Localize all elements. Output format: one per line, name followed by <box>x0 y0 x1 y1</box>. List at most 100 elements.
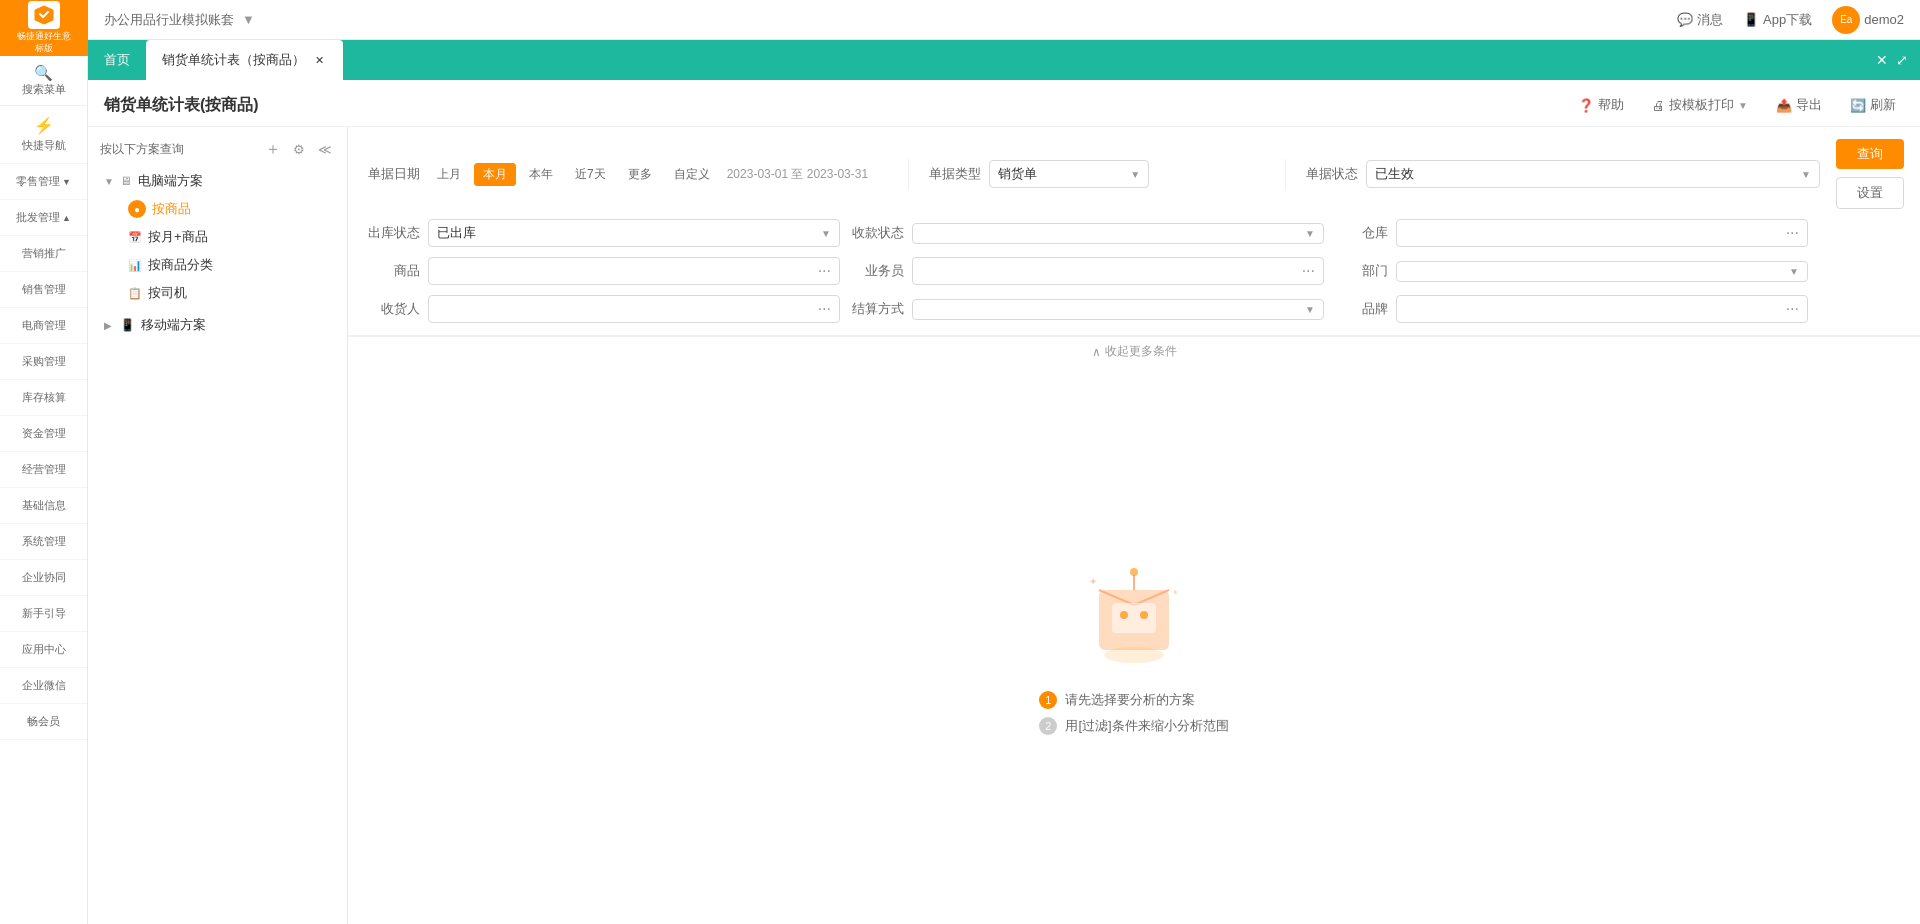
pc-section-label: 电脑端方案 <box>138 172 203 190</box>
sidebar-item-basic[interactable]: 基础信息 <box>0 488 87 524</box>
staff-control[interactable]: ··· <box>912 257 1324 285</box>
svg-text:✦: ✦ <box>1172 588 1179 597</box>
sidebar-item-enterprise[interactable]: 企业协同 <box>0 560 87 596</box>
app-download-button[interactable]: 📱 App下载 <box>1743 11 1812 29</box>
settings-button[interactable]: 设置 <box>1836 177 1904 209</box>
consignee-dots[interactable]: ··· <box>818 300 831 318</box>
goods-control[interactable]: ··· <box>428 257 840 285</box>
tree-item-by-cashier[interactable]: 📋 按司机 <box>88 279 347 307</box>
receipt-status-select[interactable]: ▼ <box>912 223 1324 244</box>
tab-minimize-icon[interactable]: ✕ <box>1876 52 1888 68</box>
warehouse-dots[interactable]: ··· <box>1786 224 1799 242</box>
brand-input[interactable]: ··· <box>1396 295 1808 323</box>
payment-select[interactable]: ▼ <box>912 299 1324 320</box>
filter-item-staff: 业务员 ··· <box>848 257 1324 285</box>
date-btn-more[interactable]: 更多 <box>619 163 661 186</box>
user-profile[interactable]: Ea demo2 <box>1832 6 1904 34</box>
warehouse-input[interactable]: ··· <box>1396 219 1808 247</box>
collapse-panel-button[interactable]: ≪ <box>315 139 335 159</box>
consignee-control[interactable]: ··· <box>428 295 840 323</box>
tree-section-mobile[interactable]: ▶ 📱 移动端方案 <box>88 311 347 339</box>
out-status-control[interactable]: 已出库 ▼ <box>428 219 840 247</box>
goods-input[interactable]: ··· <box>428 257 840 285</box>
logo[interactable]: 畅捷通好生意 标版 <box>0 0 88 56</box>
export-button[interactable]: 📤 导出 <box>1768 92 1830 118</box>
doc-status-control[interactable]: 已生效 ▼ <box>1366 160 1820 188</box>
doc-type-control[interactable]: 销货单 ▼ <box>989 160 1245 188</box>
help-button[interactable]: ❓ 帮助 <box>1570 92 1632 118</box>
sidebar-item-finance[interactable]: 资金管理 <box>0 416 87 452</box>
payment-control[interactable]: ▼ <box>912 299 1324 320</box>
empty-step-1: 1 请先选择要分析的方案 <box>1039 691 1228 709</box>
edit-scheme-button[interactable]: ⚙ <box>289 139 309 159</box>
sidebar-item-inventory[interactable]: 库存核算 <box>0 380 87 416</box>
sidebar-item-wholesale[interactable]: 批发管理 ▲ <box>0 200 87 236</box>
tab-maximize-icon[interactable]: ⤢ <box>1896 52 1908 68</box>
dept-select[interactable]: ▼ <box>1396 261 1808 282</box>
receipt-status-control[interactable]: ▼ <box>912 223 1324 244</box>
sidebar-item-wechat[interactable]: 企业微信 <box>0 668 87 704</box>
date-btn-7days[interactable]: 近7天 <box>566 163 615 186</box>
doc-type-select[interactable]: 销货单 ▼ <box>989 160 1149 188</box>
add-scheme-button[interactable]: ＋ <box>263 139 283 159</box>
tab-home[interactable]: 首页 <box>88 40 146 80</box>
tab-report[interactable]: 销货单统计表（按商品） ✕ <box>146 40 343 80</box>
sidebar-search[interactable]: 🔍 搜索菜单 <box>0 56 87 106</box>
goods-dots[interactable]: ··· <box>818 262 831 280</box>
warehouse-control[interactable]: ··· <box>1396 219 1808 247</box>
collapse-bar[interactable]: ∧ 收起更多条件 <box>348 336 1920 366</box>
left-panel-icons: ＋ ⚙ ≪ <box>263 139 335 159</box>
sidebar-item-retail[interactable]: 零售管理 ▼ <box>0 164 87 200</box>
account-selector-text[interactable]: 办公用品行业模拟账套 <box>104 11 234 29</box>
date-btn-this-year[interactable]: 本年 <box>520 163 562 186</box>
sidebar-item-operations[interactable]: 经营管理 <box>0 452 87 488</box>
logo-subtitle: 标版 <box>35 42 53 55</box>
print-dropdown-arrow[interactable]: ▼ <box>1738 100 1748 111</box>
sidebar-item-newbie[interactable]: 新手引导 <box>0 596 87 632</box>
sidebar-item-marketing[interactable]: 营销推广 <box>0 236 87 272</box>
sidebar-item-member[interactable]: 畅会员 <box>0 704 87 740</box>
doc-status-select[interactable]: 已生效 ▼ <box>1366 160 1820 188</box>
logo-icon <box>28 1 60 29</box>
filter-area: 单据日期 上月 本月 本年 近7天 更多 自定义 2023-03-01 至 20… <box>348 127 1920 336</box>
date-btn-last-month[interactable]: 上月 <box>428 163 470 186</box>
shortcuts-icon: ⚡ <box>34 116 54 135</box>
refresh-button[interactable]: 🔄 刷新 <box>1842 92 1904 118</box>
brand-dots[interactable]: ··· <box>1786 300 1799 318</box>
page-title: 销货单统计表(按商品) <box>104 95 259 116</box>
action-buttons: 查询 设置 <box>1836 139 1904 209</box>
consignee-input[interactable]: ··· <box>428 295 840 323</box>
sidebar-item-purchase[interactable]: 采购管理 <box>0 344 87 380</box>
tree-item-by-month-goods[interactable]: 📅 按月+商品 <box>88 223 347 251</box>
topbar-right: 💬 消息 📱 App下载 Ea demo2 <box>1677 6 1904 34</box>
staff-input[interactable]: ··· <box>912 257 1324 285</box>
tab-home-label: 首页 <box>104 51 130 69</box>
sidebar-item-shortcuts[interactable]: ⚡ 快捷导航 <box>0 106 87 164</box>
tab-close-button[interactable]: ✕ <box>311 52 327 68</box>
sidebar-item-system[interactable]: 系统管理 <box>0 524 87 560</box>
date-btn-this-month[interactable]: 本月 <box>474 163 516 186</box>
tree-arrow-pc: ▼ <box>104 176 116 187</box>
by-category-icon: 📊 <box>128 259 142 272</box>
export-label: 导出 <box>1796 96 1822 114</box>
tree-section-pc[interactable]: ▼ 🖥 电脑端方案 <box>88 167 347 195</box>
out-status-select[interactable]: 已出库 ▼ <box>428 219 840 247</box>
step-2-num: 2 <box>1039 717 1057 735</box>
message-button[interactable]: 💬 消息 <box>1677 11 1723 29</box>
dept-control[interactable]: ▼ <box>1396 261 1808 282</box>
sidebar-item-sales[interactable]: 销售管理 <box>0 272 87 308</box>
sidebar-item-ecommerce[interactable]: 电商管理 <box>0 308 87 344</box>
main-area: 办公用品行业模拟账套 ▼ 💬 消息 📱 App下载 Ea demo2 首页 <box>88 0 1920 924</box>
sidebar-item-apps[interactable]: 应用中心 <box>0 632 87 668</box>
date-btn-custom[interactable]: 自定义 <box>665 163 719 186</box>
newbie-label: 新手引导 <box>22 606 66 621</box>
account-selector-arrow[interactable]: ▼ <box>242 12 255 27</box>
staff-dots[interactable]: ··· <box>1302 262 1315 280</box>
brand-control[interactable]: ··· <box>1396 295 1808 323</box>
print-button[interactable]: 🖨 按模板打印 ▼ <box>1644 92 1756 118</box>
export-icon: 📤 <box>1776 98 1792 113</box>
tabbar: 首页 销货单统计表（按商品） ✕ ✕ ⤢ <box>88 40 1920 80</box>
tree-item-by-goods[interactable]: ● 按商品 <box>88 195 347 223</box>
query-button[interactable]: 查询 <box>1836 139 1904 169</box>
tree-item-by-category[interactable]: 📊 按商品分类 <box>88 251 347 279</box>
